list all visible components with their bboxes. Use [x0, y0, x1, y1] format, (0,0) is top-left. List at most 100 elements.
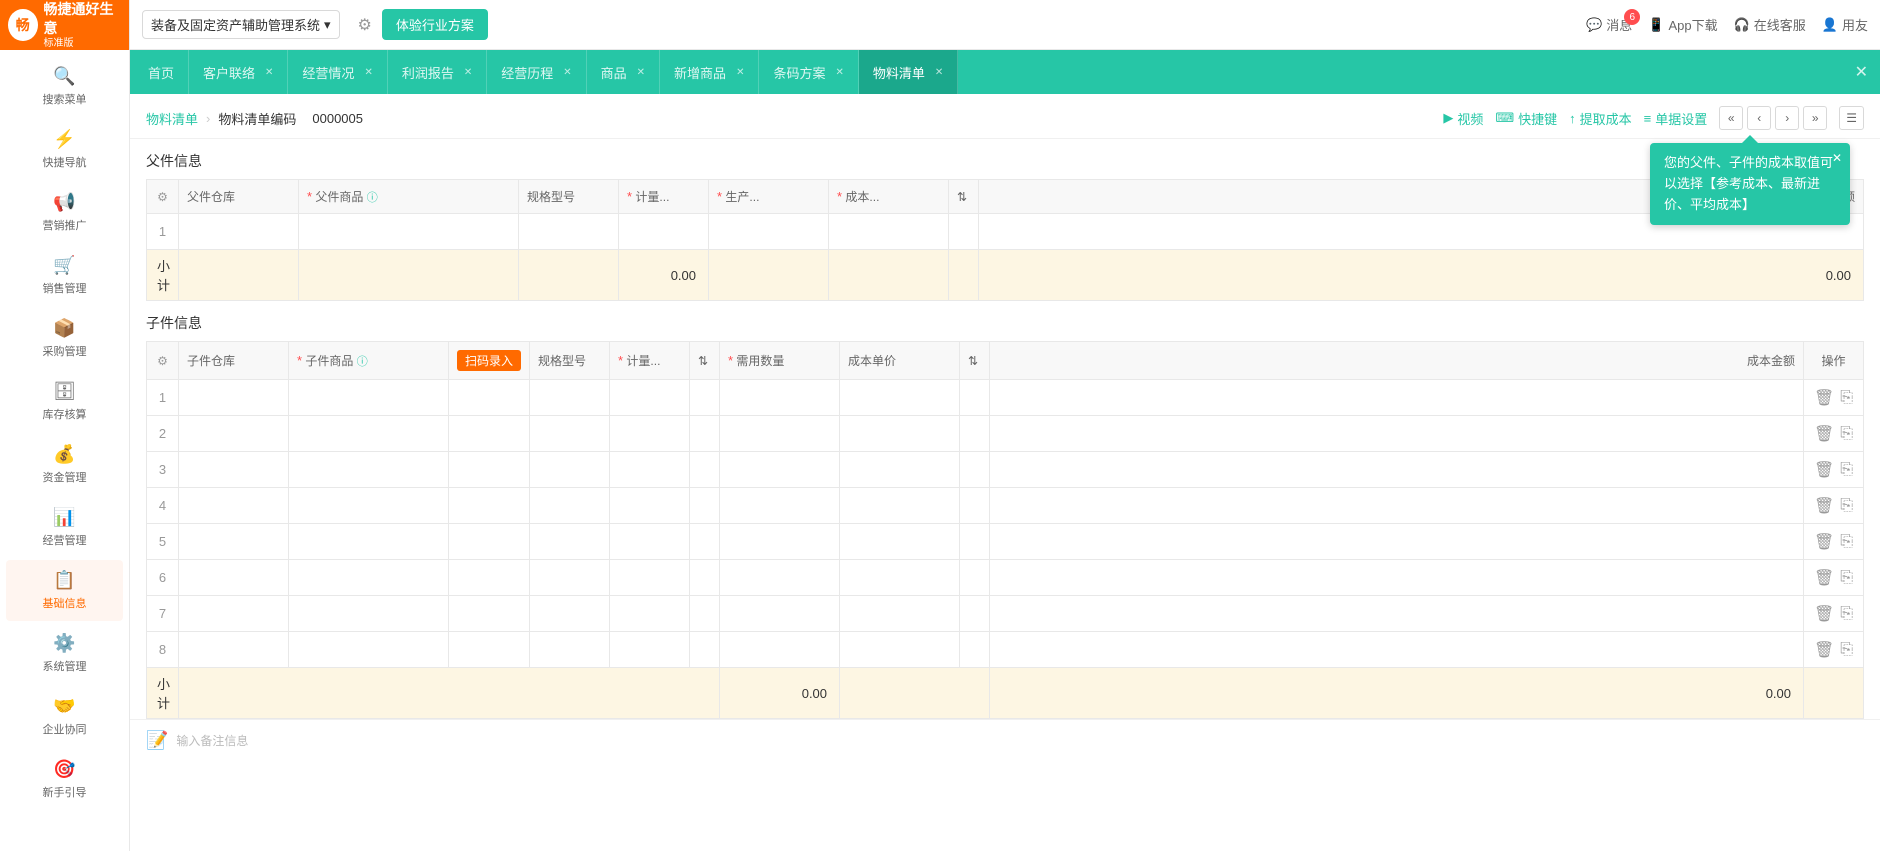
- child-row6-copy-icon[interactable]: ⎘: [1840, 569, 1853, 587]
- child-th-gear[interactable]: ⚙: [147, 342, 179, 380]
- system-title-dropdown[interactable]: 装备及固定资产辅助管理系统 ▾: [142, 10, 340, 39]
- parent-row1-spec[interactable]: [519, 214, 619, 250]
- tab-bom[interactable]: 物料清单 ✕: [859, 50, 958, 94]
- extract-cost-button[interactable]: ↑ 提取成本: [1569, 109, 1632, 128]
- child-row5-warehouse[interactable]: [179, 524, 289, 560]
- child-th-sort[interactable]: ⇅: [690, 342, 720, 380]
- child-row8-qty[interactable]: [720, 632, 840, 668]
- child-row3-warehouse[interactable]: [179, 452, 289, 488]
- parent-row1-produce[interactable]: [709, 214, 829, 250]
- child-row3-qty[interactable]: [720, 452, 840, 488]
- child-row5-unit-cost[interactable]: [840, 524, 960, 560]
- sidebar-item-operation[interactable]: 📊 经营管理: [6, 497, 123, 558]
- child-row8-unit[interactable]: [610, 632, 690, 668]
- child-row2-spec[interactable]: [530, 416, 610, 452]
- tab-customers-close[interactable]: ✕: [265, 67, 273, 78]
- child-row8-warehouse[interactable]: [179, 632, 289, 668]
- table-view-button[interactable]: ☰: [1839, 106, 1864, 130]
- child-row5-product[interactable]: [289, 524, 449, 560]
- parent-row1-unit[interactable]: [619, 214, 709, 250]
- child-row5-unit[interactable]: [610, 524, 690, 560]
- child-row1-spec[interactable]: [530, 380, 610, 416]
- child-row2-copy-icon[interactable]: ⎘: [1840, 425, 1853, 443]
- child-row4-unit[interactable]: [610, 488, 690, 524]
- child-row5-qty[interactable]: [720, 524, 840, 560]
- sidebar-item-inventory[interactable]: 🗄 库存核算: [6, 371, 123, 432]
- child-row1-warehouse[interactable]: [179, 380, 289, 416]
- child-row8-spec[interactable]: [530, 632, 610, 668]
- child-row2-unit[interactable]: [610, 416, 690, 452]
- sidebar-item-cooperation[interactable]: 🤝 企业协同: [6, 686, 123, 747]
- child-row2-warehouse[interactable]: [179, 416, 289, 452]
- nav-next-button[interactable]: ›: [1775, 106, 1799, 130]
- child-row6-spec[interactable]: [530, 560, 610, 596]
- child-row1-delete-icon[interactable]: 🗑: [1814, 388, 1834, 408]
- child-row4-copy-icon[interactable]: ⎘: [1840, 497, 1853, 515]
- sidebar-item-system[interactable]: ⚙️ 系统管理: [6, 623, 123, 684]
- breadcrumb-parent[interactable]: 物料清单: [146, 109, 198, 128]
- child-row6-product[interactable]: [289, 560, 449, 596]
- tab-home[interactable]: 首页: [134, 50, 189, 94]
- sidebar-item-sales[interactable]: 🛒 销售管理: [6, 245, 123, 306]
- child-row2-qty[interactable]: [720, 416, 840, 452]
- single-settings-button[interactable]: ≡ 单据设置: [1644, 109, 1708, 128]
- tab-barcode[interactable]: 条码方案 ✕: [759, 50, 858, 94]
- tab-customers[interactable]: 客户联络 ✕: [189, 50, 288, 94]
- sidebar-item-search[interactable]: 🔍 搜索菜单: [6, 56, 123, 117]
- tab-products-close[interactable]: ✕: [637, 67, 645, 78]
- tab-barcode-close[interactable]: ✕: [835, 67, 843, 78]
- tab-history-close[interactable]: ✕: [563, 67, 571, 78]
- child-row8-delete-icon[interactable]: 🗑: [1814, 640, 1834, 660]
- message-button[interactable]: 💬 消息 6: [1586, 15, 1632, 34]
- child-row4-product[interactable]: [289, 488, 449, 524]
- child-row5-spec[interactable]: [530, 524, 610, 560]
- tab-new-product-close[interactable]: ✕: [736, 67, 744, 78]
- scan-input-button[interactable]: 扫码录入: [457, 350, 521, 371]
- child-row3-unit-cost[interactable]: [840, 452, 960, 488]
- child-row4-qty[interactable]: [720, 488, 840, 524]
- nav-next-next-button[interactable]: »: [1803, 106, 1827, 130]
- child-th-scan[interactable]: 扫码录入: [449, 342, 530, 380]
- tab-history[interactable]: 经营历程 ✕: [487, 50, 586, 94]
- trial-button[interactable]: 体验行业方案: [382, 9, 488, 40]
- parent-th-sort[interactable]: ⇅: [949, 180, 979, 214]
- child-row3-copy-icon[interactable]: ⎘: [1840, 461, 1853, 479]
- child-row7-unit[interactable]: [610, 596, 690, 632]
- child-row3-delete-icon[interactable]: 🗑: [1814, 460, 1834, 480]
- sidebar-item-guide[interactable]: 🎯 新手引导: [6, 749, 123, 810]
- shortcut-button[interactable]: ⌨ 快捷键: [1495, 109, 1557, 128]
- child-row4-delete-icon[interactable]: 🗑: [1814, 496, 1834, 516]
- child-row6-unit[interactable]: [610, 560, 690, 596]
- sidebar-item-basic-info[interactable]: 📋 基础信息: [6, 560, 123, 621]
- child-row7-qty[interactable]: [720, 596, 840, 632]
- tab-operations-close[interactable]: ✕: [364, 67, 372, 78]
- tab-operations[interactable]: 经营情况 ✕: [288, 50, 387, 94]
- tab-profit[interactable]: 利润报告 ✕: [388, 50, 487, 94]
- parent-row1-cost[interactable]: [829, 214, 949, 250]
- child-row3-spec[interactable]: [530, 452, 610, 488]
- child-row6-delete-icon[interactable]: 🗑: [1814, 568, 1834, 588]
- child-row1-unit[interactable]: [610, 380, 690, 416]
- child-row6-warehouse[interactable]: [179, 560, 289, 596]
- sidebar-item-quick-nav[interactable]: ⚡ 快捷导航: [6, 119, 123, 180]
- child-row4-spec[interactable]: [530, 488, 610, 524]
- child-th-sort2[interactable]: ⇅: [960, 342, 990, 380]
- child-row5-copy-icon[interactable]: ⎘: [1840, 533, 1853, 551]
- child-row2-product[interactable]: [289, 416, 449, 452]
- child-row1-copy-icon[interactable]: ⎘: [1840, 389, 1853, 407]
- child-row7-delete-icon[interactable]: 🗑: [1814, 604, 1834, 624]
- nav-prev-prev-button[interactable]: «: [1719, 106, 1743, 130]
- view-video-button[interactable]: ▶ 视频: [1443, 109, 1483, 128]
- child-row3-product[interactable]: [289, 452, 449, 488]
- child-row8-product[interactable]: [289, 632, 449, 668]
- child-row3-unit[interactable]: [610, 452, 690, 488]
- child-row1-qty[interactable]: [720, 380, 840, 416]
- child-row2-unit-cost[interactable]: [840, 416, 960, 452]
- sidebar-item-finance[interactable]: 💰 资金管理: [6, 434, 123, 495]
- close-all-tabs-button[interactable]: ✕: [1847, 62, 1876, 82]
- child-row2-delete-icon[interactable]: 🗑: [1814, 424, 1834, 444]
- settings-gear-icon[interactable]: ⚙: [358, 15, 372, 35]
- tooltip-close-button[interactable]: ✕: [1832, 149, 1842, 168]
- child-row4-warehouse[interactable]: [179, 488, 289, 524]
- app-download-button[interactable]: 📱 App下载: [1648, 15, 1717, 34]
